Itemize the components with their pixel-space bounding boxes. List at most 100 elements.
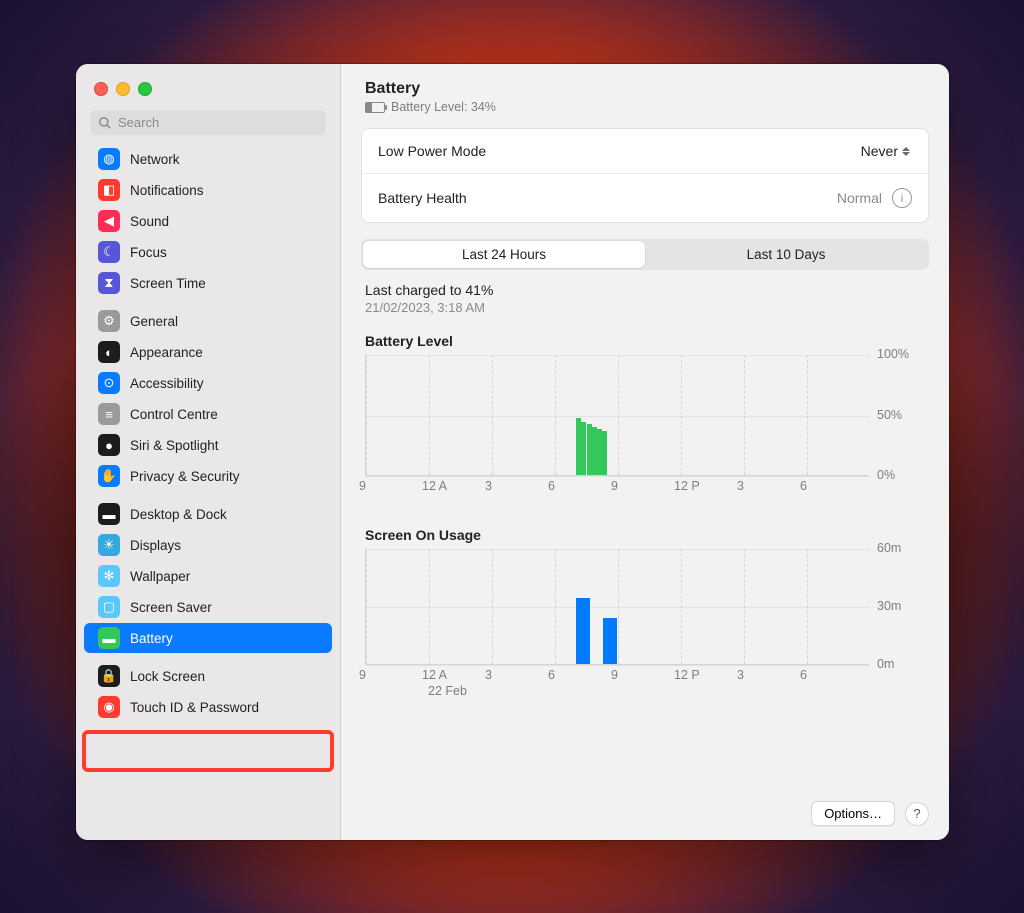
help-button[interactable]: ? — [905, 802, 929, 826]
sidebar-item-control-centre[interactable]: ≡Control Centre — [84, 399, 332, 429]
x-axis-label: 6 — [548, 479, 555, 493]
sidebar-item-label: Control Centre — [130, 407, 218, 422]
sidebar-item-notifications[interactable]: ◧ Notifications — [84, 175, 332, 205]
finger-icon: ◉ — [98, 696, 120, 718]
low-power-mode-select[interactable]: Never — [861, 143, 912, 159]
x-axis-label: 9 — [359, 668, 366, 682]
sidebar-item-sound[interactable]: ◀ Sound — [84, 206, 332, 236]
sidebar-item-label: General — [130, 314, 178, 329]
sidebar-item-label: Sound — [130, 214, 169, 229]
y-axis-label: 0m — [877, 657, 929, 671]
minimize-window-button[interactable] — [116, 82, 130, 96]
sidebar-item-label: Displays — [130, 538, 181, 553]
x-axis-label: 3 — [485, 668, 492, 682]
flower-icon: ✻ — [98, 565, 120, 587]
search-input[interactable]: Search — [90, 110, 326, 135]
sidebar-item-label: Screen Saver — [130, 600, 212, 615]
sidebar-item-displays[interactable]: ☀ Displays — [84, 530, 332, 560]
zoom-window-button[interactable] — [138, 82, 152, 96]
x-axis-label: 6 — [800, 479, 807, 493]
chart-bar — [581, 422, 586, 475]
options-button[interactable]: Options… — [811, 801, 895, 826]
sidebar-item-wallpaper[interactable]: ✻ Wallpaper — [84, 561, 332, 591]
chart-bar — [587, 424, 592, 475]
sidebar-item-battery[interactable]: ▬Battery — [84, 623, 332, 653]
screen-icon: ▢ — [98, 596, 120, 618]
x-axis-label: 3 — [485, 479, 492, 493]
battery-level-chart: 0%50%100% — [365, 355, 929, 475]
chart-x-axis: 912 A36912 P3622 Feb — [365, 668, 869, 698]
screen-on-chart-title: Screen On Usage — [365, 527, 929, 543]
search-placeholder: Search — [118, 115, 159, 130]
low-power-label: Low Power Mode — [378, 143, 486, 159]
sidebar-item-label: Siri & Spotlight — [130, 438, 219, 453]
sidebar-item-label: Wallpaper — [130, 569, 190, 584]
tab-last-10-days[interactable]: Last 10 Days — [645, 241, 927, 268]
chevron-updown-icon — [902, 147, 912, 156]
chart-bar — [603, 618, 617, 664]
last-charged-time: 21/02/2023, 3:18 AM — [365, 300, 929, 315]
sidebar-item-label: Lock Screen — [130, 669, 205, 684]
x-axis-label: 9 — [611, 668, 618, 682]
sidebar-item-desktop-dock[interactable]: ▬Desktop & Dock — [84, 499, 332, 529]
x-axis-label: 9 — [611, 479, 618, 493]
sidebar-item-label: Focus — [130, 245, 167, 260]
x-axis-label: 6 — [548, 668, 555, 682]
sun-icon: ☀ — [98, 534, 120, 556]
sidebar-item-touch-id-password[interactable]: ◉ Touch ID & Password — [84, 692, 332, 722]
sidebar-item-screen-saver[interactable]: ▢ Screen Saver — [84, 592, 332, 622]
sidebar-item-accessibility[interactable]: ⊙ Accessibility — [84, 368, 332, 398]
speaker-icon: ◀ — [98, 210, 120, 232]
y-axis-label: 100% — [877, 347, 929, 361]
sidebar-item-privacy-security[interactable]: ✋Privacy & Security — [84, 461, 332, 491]
x-axis-label: 3 — [737, 479, 744, 493]
sidebar-list: ◍Network ◧ Notifications ◀ Sound ☾Focus⧗Scree… — [76, 137, 340, 840]
person-icon: ⊙ — [98, 372, 120, 394]
chart-bar — [592, 427, 597, 475]
close-window-button[interactable] — [94, 82, 108, 96]
settings-window: Search ◍Network ◧ Notifications ◀ Sound ☾Focu… — [76, 64, 949, 840]
chart-bar — [597, 429, 602, 475]
sidebar-item-label: Notifications — [130, 183, 204, 198]
screen-on-usage-chart: 0m30m60m — [365, 549, 929, 664]
sidebar-item-focus[interactable]: ☾Focus — [84, 237, 332, 267]
bat-icon: ▬ — [98, 627, 120, 649]
chart-x-axis: 912 A36912 P36 — [365, 479, 869, 509]
sidebar-item-general[interactable]: ⚙ General — [84, 306, 332, 336]
last-charged-line: Last charged to 41% — [365, 282, 929, 298]
x-axis-label: 12 P — [674, 668, 700, 682]
sidebar-item-label: Accessibility — [130, 376, 204, 391]
sidebar-item-label: Appearance — [130, 345, 203, 360]
sidebar-item-label: Network — [130, 152, 180, 167]
page-subtitle: Battery Level: 34% — [391, 100, 496, 114]
sidebar-item-screen-time[interactable]: ⧗Screen Time — [84, 268, 332, 298]
x-axis-label: 12 P — [674, 479, 700, 493]
sidebar-item-label: Screen Time — [130, 276, 206, 291]
siri-icon: ● — [98, 434, 120, 456]
battery-health-label: Battery Health — [378, 190, 467, 206]
x-axis-label: 12 A — [422, 668, 447, 682]
sidebar: Search ◍Network ◧ Notifications ◀ Sound ☾Focu… — [76, 64, 341, 840]
tab-last-24-hours[interactable]: Last 24 Hours — [363, 241, 645, 268]
page-title: Battery — [365, 80, 929, 98]
sidebar-item-siri-spotlight[interactable]: ● Siri & Spotlight — [84, 430, 332, 460]
sidebar-item-network[interactable]: ◍Network — [84, 144, 332, 174]
main-panel: Battery Battery Level: 34% Low Power Mod… — [341, 64, 949, 840]
battery-health-value: Normal — [837, 190, 882, 206]
sidebar-item-lock-screen[interactable]: 🔒Lock Screen — [84, 661, 332, 691]
chart-bar — [602, 431, 607, 475]
gear-icon: ⚙ — [98, 310, 120, 332]
bell-icon: ◧ — [98, 179, 120, 201]
sidebar-item-label: Privacy & Security — [130, 469, 240, 484]
time-range-tabs: Last 24 Hours Last 10 Days — [361, 239, 929, 270]
sidebar-item-appearance[interactable]: ◐ Appearance — [84, 337, 332, 367]
search-icon — [98, 116, 112, 130]
battery-icon — [365, 102, 385, 113]
y-axis-label: 50% — [877, 408, 929, 422]
yin-icon: ◐ — [98, 341, 120, 363]
x-axis-label: 6 — [800, 668, 807, 682]
sidebar-item-label: Touch ID & Password — [130, 700, 259, 715]
x-axis-label: 9 — [359, 479, 366, 493]
x-axis-label: 3 — [737, 668, 744, 682]
info-icon[interactable]: i — [892, 188, 912, 208]
